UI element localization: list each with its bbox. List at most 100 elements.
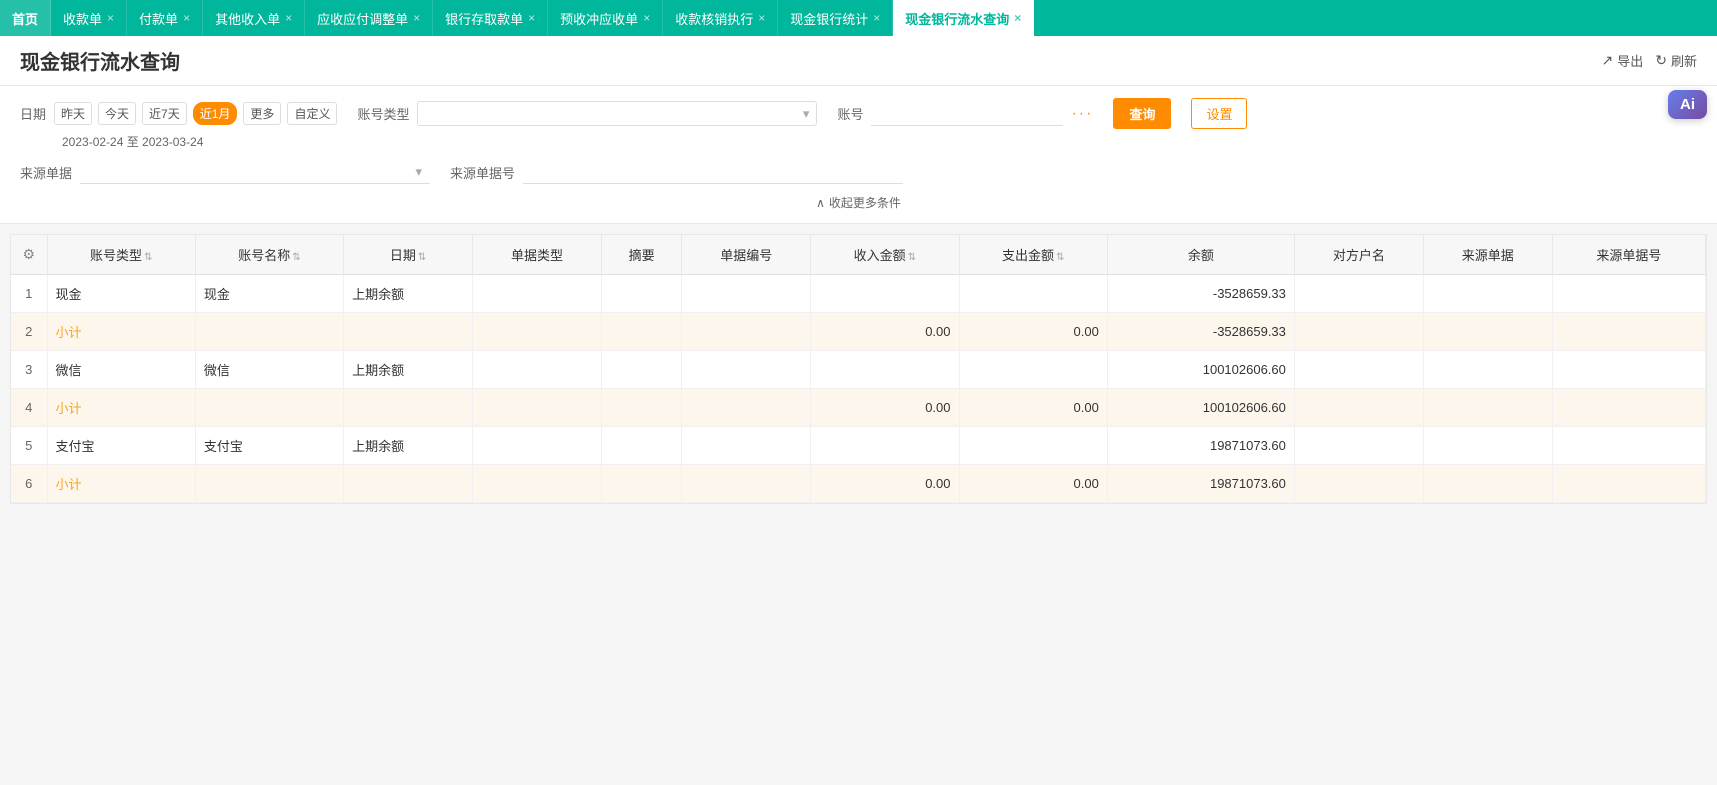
table-cell — [1552, 275, 1705, 313]
account-label: 账号 — [837, 104, 863, 123]
nav-cash-flow[interactable]: 现金银行流水查询 × — [893, 0, 1034, 36]
table-cell: 0.00 — [811, 389, 959, 427]
date-custom[interactable]: 自定义 — [287, 102, 337, 125]
table-cell: 0.00 — [811, 313, 959, 351]
nav-pre-receive-close[interactable]: × — [643, 11, 650, 25]
table-cell — [959, 351, 1107, 389]
nav-bank-deposit[interactable]: 银行存取款单 × — [433, 0, 548, 36]
date-today[interactable]: 今天 — [98, 102, 136, 125]
table-cell — [959, 275, 1107, 313]
date-yesterday[interactable]: 昨天 — [54, 102, 92, 125]
date-range-display: 2023-02-24 至 2023-03-24 — [58, 133, 1697, 150]
table-cell — [195, 465, 343, 503]
table-cell: 0.00 — [811, 465, 959, 503]
nav-payment-close[interactable]: × — [183, 11, 190, 25]
account-type-select[interactable] — [417, 101, 817, 126]
table-cell — [811, 427, 959, 465]
nav-home-label: 首页 — [12, 9, 38, 28]
table-cell: 支付宝 — [195, 427, 343, 465]
table-cell — [682, 427, 811, 465]
table-cell: 19871073.60 — [1107, 427, 1294, 465]
refresh-button[interactable]: ↻ 刷新 — [1655, 51, 1697, 70]
source-doc-no-input[interactable] — [523, 160, 903, 184]
source-doc-select[interactable] — [80, 160, 430, 184]
query-button[interactable]: 查询 — [1113, 98, 1171, 129]
table-cell — [811, 351, 959, 389]
sort-icon-account-type: ⇅ — [144, 252, 152, 263]
table-cell — [344, 389, 473, 427]
sort-icon-expense: ⇅ — [1056, 252, 1064, 263]
col-gear[interactable]: ⚙ — [11, 235, 47, 275]
table-cell: 现金 — [47, 275, 195, 313]
table-cell: 微信 — [195, 351, 343, 389]
nav-cash-stats-close[interactable]: × — [873, 11, 880, 25]
nav-receipt-close[interactable]: × — [107, 11, 114, 25]
table-cell — [1552, 427, 1705, 465]
nav-ar-ap-adjust-label: 应收应付调整单 — [317, 9, 408, 28]
nav-pre-receive[interactable]: 预收冲应收单 × — [548, 0, 663, 36]
table-cell — [1294, 313, 1423, 351]
sort-icon-date: ⇅ — [418, 252, 426, 263]
ai-badge[interactable]: Ai — [1668, 90, 1707, 119]
table-cell — [682, 313, 811, 351]
table-cell — [473, 351, 602, 389]
header-actions: ↗ 导出 ↻ 刷新 — [1602, 51, 1698, 70]
source-doc-group: 来源单据 — [20, 160, 430, 184]
nav-receipt[interactable]: 收款单 × — [51, 0, 127, 36]
date-1month[interactable]: 近1月 — [193, 102, 238, 125]
date-more[interactable]: 更多 — [243, 102, 281, 125]
gear-icon: ⚙ — [22, 246, 35, 262]
account-filter-group: 账号 ··· — [837, 102, 1093, 126]
col-date[interactable]: 日期⇅ — [344, 235, 473, 275]
table-cell: 0.00 — [959, 465, 1107, 503]
table-container: ⚙ 账号类型⇅ 账号名称⇅ 日期⇅ 单据类型 摘要 单据编号 收入金额⇅ 支出金… — [10, 234, 1707, 504]
col-account-type[interactable]: 账号类型⇅ — [47, 235, 195, 275]
nav-other-income-label: 其他收入单 — [215, 9, 280, 28]
nav-other-income-close[interactable]: × — [285, 11, 292, 25]
date-7days[interactable]: 近7天 — [142, 102, 187, 125]
nav-ar-ap-adjust[interactable]: 应收应付调整单 × — [305, 0, 433, 36]
export-button[interactable]: ↗ 导出 — [1602, 51, 1644, 70]
nav-receipt-verify[interactable]: 收款核销执行 × — [663, 0, 778, 36]
table-cell — [473, 465, 602, 503]
nav-ar-ap-adjust-close[interactable]: × — [413, 11, 420, 25]
table-cell — [682, 389, 811, 427]
nav-receipt-verify-close[interactable]: × — [758, 11, 765, 25]
date-filter-label: 日期 — [20, 104, 46, 123]
nav-bank-deposit-close[interactable]: × — [528, 11, 535, 25]
table-cell: -3528659.33 — [1107, 275, 1294, 313]
table-cell — [1423, 313, 1552, 351]
table-cell: 19871073.60 — [1107, 465, 1294, 503]
col-account-name[interactable]: 账号名称⇅ — [195, 235, 343, 275]
sort-icon-account-name: ⇅ — [292, 252, 300, 263]
account-input[interactable] — [871, 102, 1063, 126]
nav-bank-deposit-label: 银行存取款单 — [445, 9, 523, 28]
nav-cash-flow-close[interactable]: × — [1014, 11, 1021, 25]
table-cell — [959, 427, 1107, 465]
table-cell — [195, 313, 343, 351]
collapse-button[interactable]: ∧ 收起更多条件 — [816, 194, 901, 211]
collapse-label: 收起更多条件 — [829, 194, 901, 211]
table-cell: 支付宝 — [47, 427, 195, 465]
refresh-icon: ↻ — [1655, 52, 1667, 69]
col-income[interactable]: 收入金额⇅ — [811, 235, 959, 275]
date-filter-group: 日期 昨天 今天 近7天 近1月 更多 自定义 — [20, 102, 337, 125]
nav-pre-receive-label: 预收冲应收单 — [560, 9, 638, 28]
settings-button[interactable]: 设置 — [1191, 98, 1247, 129]
col-source-doc: 来源单据 — [1423, 235, 1552, 275]
nav-payment-label: 付款单 — [139, 9, 178, 28]
table-cell — [601, 313, 681, 351]
nav-cash-stats[interactable]: 现金银行统计 × — [778, 0, 893, 36]
nav-payment[interactable]: 付款单 × — [127, 0, 203, 36]
table-cell — [344, 465, 473, 503]
col-counterpart: 对方户名 — [1294, 235, 1423, 275]
table-cell: 微信 — [47, 351, 195, 389]
data-table: ⚙ 账号类型⇅ 账号名称⇅ 日期⇅ 单据类型 摘要 单据编号 收入金额⇅ 支出金… — [11, 235, 1706, 503]
table-cell — [1552, 389, 1705, 427]
table-row: 5支付宝支付宝上期余额19871073.60 — [11, 427, 1706, 465]
account-dots-button[interactable]: ··· — [1071, 105, 1093, 123]
account-type-select-wrapper — [417, 101, 817, 126]
nav-other-income[interactable]: 其他收入单 × — [203, 0, 305, 36]
col-expense[interactable]: 支出金额⇅ — [959, 235, 1107, 275]
nav-home[interactable]: 首页 — [0, 0, 51, 36]
